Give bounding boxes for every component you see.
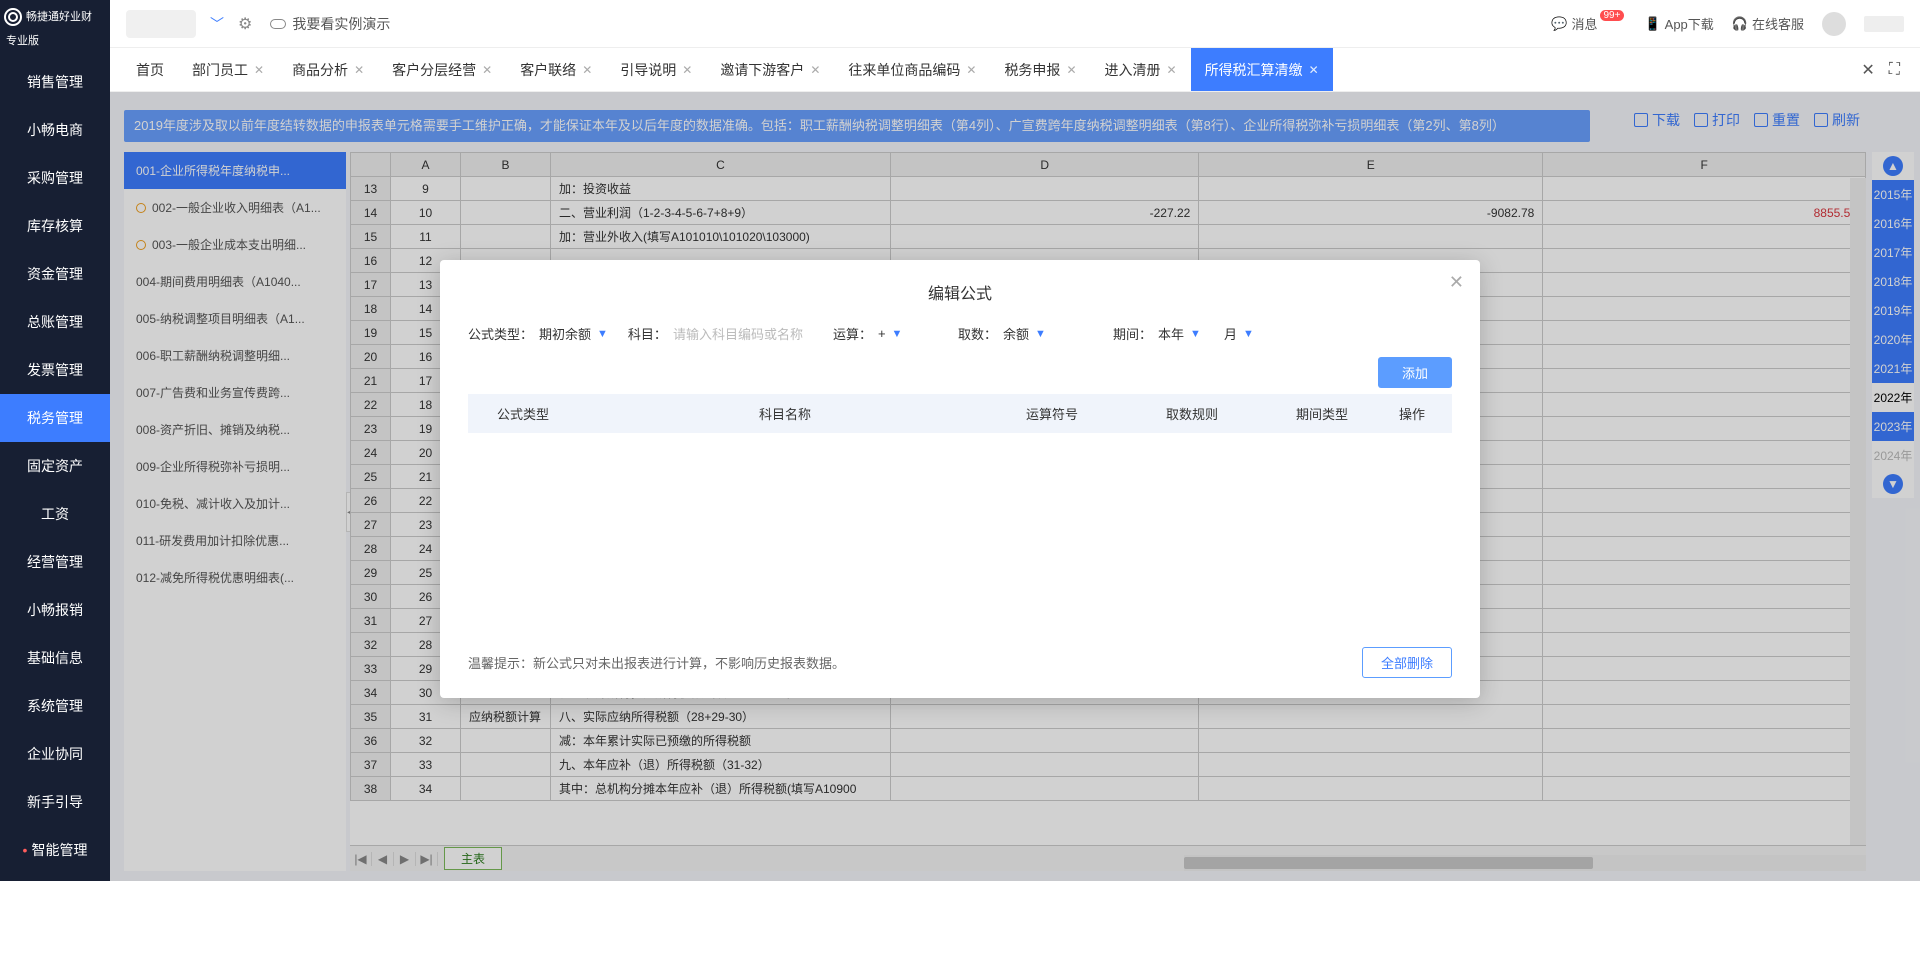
nav-item-7[interactable]: 税务管理	[0, 394, 110, 442]
tab-close-icon[interactable]: ✕	[1309, 63, 1319, 77]
nav-item-6[interactable]: 发票管理	[0, 346, 110, 394]
chevron-down-icon: ▼	[1035, 328, 1046, 340]
settings-button[interactable]	[0, 922, 110, 971]
formula-grid-header: 公式类型 科目名称 运算符号 取数规则 期间类型 操作	[468, 394, 1452, 433]
message-button[interactable]: 💬 消息 99+	[1551, 14, 1626, 33]
sidebar: 畅捷通好业财 专业版 销售管理小畅电商采购管理库存核算资金管理总账管理发票管理税…	[0, 0, 110, 881]
tab-1[interactable]: 部门员工✕	[178, 48, 278, 91]
subject-input[interactable]: 请输入科目编码或名称	[673, 324, 813, 343]
chevron-down-icon: ▼	[1243, 328, 1254, 340]
tab-close-icon[interactable]: ✕	[354, 63, 364, 77]
clear-all-button[interactable]: 全部删除	[1362, 647, 1452, 678]
nav-item-15[interactable]: 新手引导	[0, 778, 110, 826]
brand-logo: 畅捷通好业财	[0, 0, 110, 34]
topbar: ﹀ ⚙ 我要看实例演示 💬 消息 99+ 📱 App下载 🎧 在线客服	[110, 0, 1920, 48]
tab-close-icon[interactable]: ✕	[1167, 63, 1177, 77]
tab-close-icon[interactable]: ✕	[254, 63, 264, 77]
nav-item-16[interactable]: 智能管理	[0, 826, 110, 874]
tab-10[interactable]: 所得税汇算清缴✕	[1191, 48, 1333, 91]
demo-link-label: 我要看实例演示	[292, 14, 390, 34]
chevron-down-icon: ▼	[892, 328, 903, 340]
headset-icon: 🎧	[1732, 16, 1748, 32]
chevron-down-icon: ▼	[1190, 328, 1201, 340]
close-all-tabs[interactable]: ✕	[1861, 60, 1874, 80]
tab-close-icon[interactable]: ✕	[682, 63, 692, 77]
tab-9[interactable]: 进入清册✕	[1091, 48, 1191, 91]
nav-item-8[interactable]: 固定资产	[0, 442, 110, 490]
demo-link[interactable]: 我要看实例演示	[270, 14, 390, 34]
nav-item-10[interactable]: 经营管理	[0, 538, 110, 586]
operator-select[interactable]: +▼	[878, 326, 938, 341]
nav-item-13[interactable]: 系统管理	[0, 682, 110, 730]
period-label: 期间：	[1113, 324, 1152, 343]
formula-grid-body	[468, 433, 1452, 633]
tab-5[interactable]: 引导说明✕	[606, 48, 706, 91]
gear-icon	[46, 936, 64, 954]
tab-7[interactable]: 往来单位商品编码✕	[834, 48, 990, 91]
period-month-select[interactable]: 月▼	[1224, 324, 1284, 343]
brand-name: 畅捷通好业财	[26, 11, 92, 23]
nav-item-4[interactable]: 资金管理	[0, 250, 110, 298]
modal-hint: 温馨提示：新公式只对未出报表进行计算，不影响历史报表数据。	[468, 653, 845, 672]
formula-type-select[interactable]: 期初余额▼	[539, 324, 608, 343]
tab-8[interactable]: 税务申报✕	[990, 48, 1090, 91]
nav-item-1[interactable]: 小畅电商	[0, 106, 110, 154]
user-name[interactable]	[1864, 16, 1904, 32]
nav-item-2[interactable]: 采购管理	[0, 154, 110, 202]
subject-label: 科目：	[628, 324, 667, 343]
settings-icon[interactable]: ⚙	[238, 14, 252, 34]
org-selector[interactable]	[126, 10, 196, 38]
avatar[interactable]	[1822, 12, 1846, 36]
nav-item-17[interactable]: 应用中心	[0, 874, 110, 922]
nav-item-3[interactable]: 库存核算	[0, 202, 110, 250]
formula-type-label: 公式类型：	[468, 324, 533, 343]
message-badge: 99+	[1600, 10, 1625, 21]
tab-close-icon[interactable]: ✕	[482, 63, 492, 77]
nav-item-5[interactable]: 总账管理	[0, 298, 110, 346]
nav-item-0[interactable]: 销售管理	[0, 58, 110, 106]
phone-icon: 📱	[1644, 16, 1660, 32]
nav-item-11[interactable]: 小畅报销	[0, 586, 110, 634]
add-button[interactable]: 添加	[1378, 357, 1452, 388]
fetch-label: 取数：	[958, 324, 997, 343]
tab-close-icon[interactable]: ✕	[1066, 63, 1076, 77]
tab-close-icon[interactable]: ✕	[966, 63, 976, 77]
chat-icon: 💬	[1551, 16, 1567, 32]
nav-item-9[interactable]: 工资	[0, 490, 110, 538]
operator-label: 运算：	[833, 324, 872, 343]
tab-3[interactable]: 客户分层经营✕	[378, 48, 506, 91]
fetch-select[interactable]: 余额▼	[1003, 324, 1093, 343]
tab-bar: 首页部门员工✕商品分析✕客户分层经营✕客户联络✕引导说明✕邀请下游客户✕往来单位…	[110, 48, 1920, 92]
fullscreen-icon[interactable]: ⛶	[1889, 61, 1900, 79]
chevron-down-icon: ▼	[597, 328, 608, 340]
app-download-button[interactable]: 📱 App下载	[1644, 14, 1713, 33]
chevron-down-icon[interactable]: ﹀	[210, 14, 224, 34]
tab-close-icon[interactable]: ✕	[810, 63, 820, 77]
logo-icon	[4, 8, 22, 26]
cloud-icon	[270, 19, 286, 29]
brand-edition: 专业版	[0, 32, 110, 48]
tab-close-icon[interactable]: ✕	[582, 63, 592, 77]
tab-2[interactable]: 商品分析✕	[278, 48, 378, 91]
modal-close[interactable]: ✕	[1449, 272, 1464, 293]
period-year-select[interactable]: 本年▼	[1158, 324, 1218, 343]
tab-0[interactable]: 首页	[122, 48, 178, 91]
modal-title: 编辑公式	[468, 280, 1452, 304]
nav-item-14[interactable]: 企业协同	[0, 730, 110, 778]
support-button[interactable]: 🎧 在线客服	[1732, 14, 1804, 33]
edit-formula-modal: ✕ 编辑公式 公式类型： 期初余额▼ 科目： 请输入科目编码或名称 运算： +▼…	[440, 260, 1480, 698]
tab-6[interactable]: 邀请下游客户✕	[706, 48, 834, 91]
tab-4[interactable]: 客户联络✕	[506, 48, 606, 91]
nav-item-12[interactable]: 基础信息	[0, 634, 110, 682]
